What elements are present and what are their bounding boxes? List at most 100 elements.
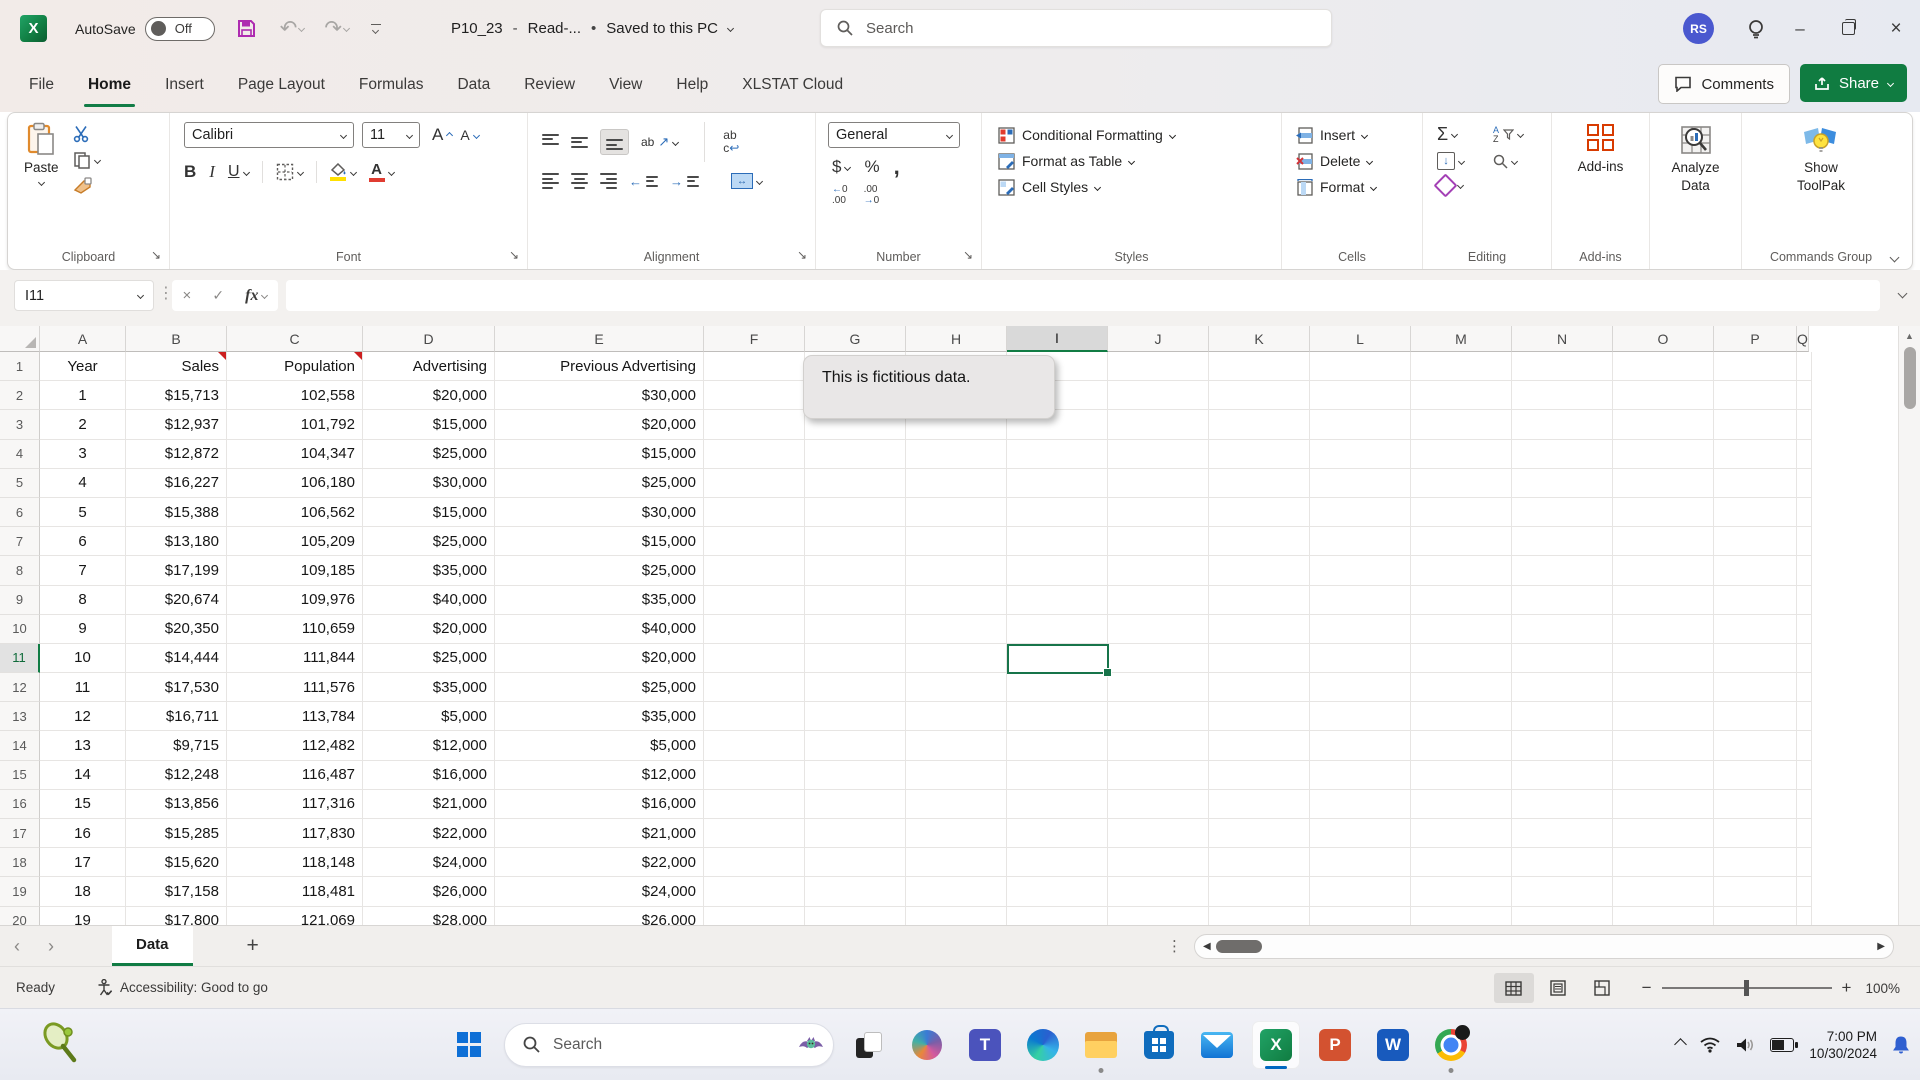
row-header-18[interactable]: 18 (0, 848, 40, 878)
row-header-19[interactable]: 19 (0, 877, 40, 907)
cell-D9[interactable]: $40,000 (363, 585, 495, 615)
accessibility-status[interactable]: Accessibility: Good to go (97, 979, 268, 996)
tab-data[interactable]: Data (440, 57, 507, 112)
cell-E15[interactable]: $12,000 (495, 760, 704, 790)
powerpoint-button[interactable]: P (1312, 1022, 1358, 1068)
cell-A2[interactable]: 1 (40, 381, 126, 411)
cell-Q7[interactable] (1797, 527, 1812, 557)
cell-J4[interactable] (1108, 439, 1209, 469)
cell-I13[interactable] (1007, 702, 1108, 732)
format-painter-button[interactable] (73, 177, 100, 194)
cell-P2[interactable] (1714, 381, 1797, 411)
cell-B17[interactable]: $15,285 (126, 819, 227, 849)
cell-M9[interactable] (1411, 585, 1512, 615)
vertical-scroll-thumb[interactable] (1903, 347, 1916, 409)
cell-F4[interactable] (704, 439, 805, 469)
column-header-C[interactable]: C (227, 326, 363, 352)
cell-F14[interactable] (704, 731, 805, 761)
cell-E3[interactable]: $20,000 (495, 410, 704, 440)
tell-me-lightbulb-icon[interactable] (1736, 0, 1776, 57)
column-header-B[interactable]: B (126, 326, 227, 352)
cell-J18[interactable] (1108, 848, 1209, 878)
cell-P19[interactable] (1714, 877, 1797, 907)
cell-K17[interactable] (1209, 819, 1310, 849)
cell-F11[interactable] (704, 643, 805, 674)
analyze-data-button[interactable]: Analyze Data (1650, 124, 1741, 195)
orientation-button[interactable]: ab ↗ (641, 134, 680, 150)
account-avatar[interactable]: RS (1683, 13, 1714, 44)
name-box[interactable]: I11 (14, 280, 154, 311)
cell-L8[interactable] (1310, 556, 1411, 586)
vertical-scrollbar[interactable]: ▲ (1898, 326, 1920, 925)
row-header-9[interactable]: 9 (0, 585, 40, 615)
cell-B19[interactable]: $17,158 (126, 877, 227, 907)
copy-dropdown-icon[interactable] (93, 156, 101, 164)
row-header-4[interactable]: 4 (0, 439, 40, 469)
cell-K4[interactable] (1209, 439, 1310, 469)
cell-J15[interactable] (1108, 760, 1209, 790)
cell-J10[interactable] (1108, 614, 1209, 644)
cell-M12[interactable] (1411, 673, 1512, 703)
close-button[interactable]: × (1872, 0, 1920, 57)
cell-K20[interactable] (1209, 906, 1310, 925)
cell-C15[interactable]: 116,487 (227, 760, 363, 790)
cell-H8[interactable] (906, 556, 1007, 586)
currency-format-button[interactable]: $ (832, 157, 852, 177)
cell-I8[interactable] (1007, 556, 1108, 586)
cell-M7[interactable] (1411, 527, 1512, 557)
number-dialog-launcher[interactable]: ↘ (963, 249, 973, 261)
align-center-button[interactable] (571, 173, 588, 189)
cell-F6[interactable] (704, 497, 805, 528)
cell-O15[interactable] (1613, 760, 1714, 790)
cell-E8[interactable]: $25,000 (495, 556, 704, 586)
cell-D19[interactable]: $26,000 (363, 877, 495, 907)
cell-L2[interactable] (1310, 381, 1411, 411)
cell-P7[interactable] (1714, 527, 1797, 557)
cell-F17[interactable] (704, 819, 805, 849)
new-sheet-button[interactable]: + (247, 934, 259, 958)
cell-Q16[interactable] (1797, 789, 1812, 819)
document-title[interactable]: P10_23 - Read-... • Saved to this PC (451, 20, 735, 37)
cell-B16[interactable]: $13,856 (126, 789, 227, 819)
cell-J13[interactable] (1108, 702, 1209, 732)
cell-F3[interactable] (704, 410, 805, 440)
cell-F20[interactable] (704, 906, 805, 925)
cell-F15[interactable] (704, 760, 805, 790)
cell-K13[interactable] (1209, 702, 1310, 732)
cell-J9[interactable] (1108, 585, 1209, 615)
cell-D4[interactable]: $25,000 (363, 439, 495, 469)
cell-H11[interactable] (906, 643, 1007, 674)
cell-G4[interactable] (805, 439, 906, 469)
increase-indent-button[interactable]: → (670, 174, 699, 189)
row-header-13[interactable]: 13 (0, 702, 40, 732)
decrease-decimal-button[interactable]: .00 →0 (864, 184, 880, 206)
tray-overflow-icon[interactable] (1674, 1038, 1688, 1051)
cell-B1[interactable]: Sales (126, 352, 227, 382)
font-size-combo[interactable]: 11 (362, 122, 420, 148)
cell-J5[interactable] (1108, 468, 1209, 498)
cell-D11[interactable]: $25,000 (363, 643, 495, 674)
cell-O17[interactable] (1613, 819, 1714, 849)
cell-G7[interactable] (805, 527, 906, 557)
cell-G9[interactable] (805, 585, 906, 615)
cell-C6[interactable]: 106,562 (227, 497, 363, 528)
cell-E10[interactable]: $40,000 (495, 614, 704, 644)
redo-dropdown-icon[interactable] (342, 24, 350, 33)
cell-B20[interactable]: $17,800 (126, 906, 227, 925)
page-layout-view-button[interactable] (1538, 973, 1578, 1003)
cell-I18[interactable] (1007, 848, 1108, 878)
horizontal-scroll-thumb[interactable] (1215, 940, 1262, 953)
cell-H13[interactable] (906, 702, 1007, 732)
cell-I5[interactable] (1007, 468, 1108, 498)
insert-function-button[interactable]: fx (245, 287, 269, 305)
cell-G19[interactable] (805, 877, 906, 907)
cell-D8[interactable]: $35,000 (363, 556, 495, 586)
cell-M17[interactable] (1411, 819, 1512, 849)
cell-M16[interactable] (1411, 789, 1512, 819)
tab-home[interactable]: Home (71, 57, 148, 112)
cell-I9[interactable] (1007, 585, 1108, 615)
title-search-box[interactable]: Search (820, 9, 1332, 47)
cell-J7[interactable] (1108, 527, 1209, 557)
column-header-F[interactable]: F (704, 326, 805, 352)
cell-O19[interactable] (1613, 877, 1714, 907)
